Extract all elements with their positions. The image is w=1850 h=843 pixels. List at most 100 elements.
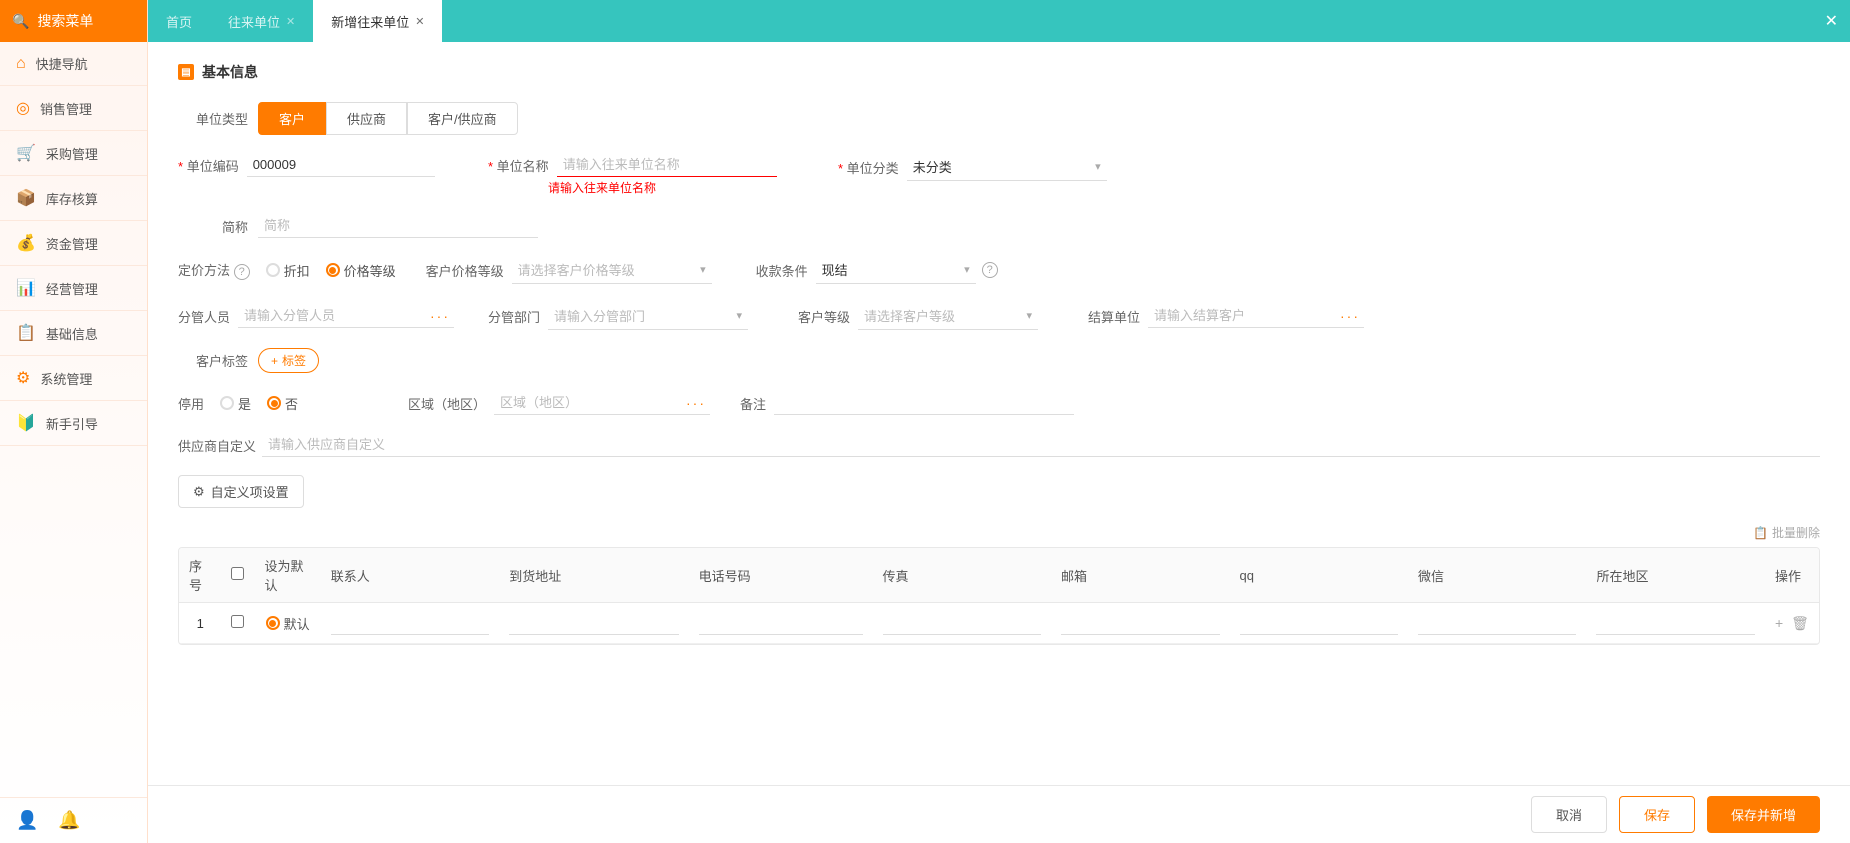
disabled-yes-radio[interactable]: 是 (220, 394, 251, 413)
cancel-button[interactable]: 取消 (1531, 796, 1607, 833)
search-icon: 🔍 (12, 13, 29, 30)
guide-icon: 🔰 (16, 413, 36, 433)
unit-category-value: 未分类 (913, 157, 1089, 176)
save-button[interactable]: 保存 (1619, 796, 1695, 833)
supplier-custom-label: 供应商自定义 (178, 436, 262, 455)
sidebar-item-label: 资金管理 (46, 234, 98, 253)
col-default: 设为默认 (254, 548, 320, 603)
phone-input[interactable] (699, 611, 863, 635)
unit-code-label: * 单位编码 (178, 156, 247, 175)
short-name-input[interactable] (258, 214, 538, 238)
sidebar-notify-icon[interactable]: 🔔 (58, 810, 80, 831)
fax-input[interactable] (883, 611, 1041, 635)
custom-settings-button[interactable]: ⚙ 自定义项设置 (178, 475, 304, 508)
region-input[interactable] (494, 391, 682, 414)
customer-level-select[interactable]: 请选择客户等级 ▾ (858, 302, 1038, 330)
sidebar-item-quick-nav[interactable]: ⌂ 快捷导航 (0, 42, 147, 86)
unit-type-both[interactable]: 客户/供应商 (407, 102, 518, 135)
payment-info-icon[interactable]: ? (982, 262, 998, 278)
save-new-button[interactable]: 保存并新增 (1707, 796, 1820, 833)
default-radio-circle (266, 616, 280, 630)
sidebar-item-label: 快捷导航 (36, 54, 88, 73)
col-qq: qq (1230, 548, 1408, 603)
customer-price-level-cell: 客户价格等级 请选择客户价格等级 ▾ (426, 256, 726, 284)
remarks-input[interactable] (774, 391, 1074, 415)
customer-price-level-label: 客户价格等级 (426, 261, 512, 280)
manager-cell: 分管人员 ··· (178, 304, 458, 328)
finance-icon: 💰 (16, 233, 36, 253)
select-all-checkbox[interactable] (231, 567, 244, 580)
sidebar-user-icon[interactable]: 👤 (16, 810, 38, 831)
home-icon: ⌂ (16, 55, 26, 73)
supplier-custom-row: 供应商自定义 (178, 433, 1820, 457)
short-name-row: 简称 (178, 214, 1820, 238)
col-actions: 操作 (1765, 548, 1819, 603)
disabled-no-radio[interactable]: 否 (267, 394, 298, 413)
batch-delete-icon: 📋 (1753, 526, 1768, 540)
row-disabled-region: 停用 是 否 区域（地区） (178, 391, 1820, 415)
email-input[interactable] (1061, 611, 1219, 635)
unit-type-supplier[interactable]: 供应商 (326, 102, 407, 135)
qq-input[interactable] (1240, 611, 1398, 635)
location-input[interactable] (1596, 611, 1754, 635)
sidebar-search[interactable]: 🔍 搜索菜单 (0, 0, 147, 42)
table-header-actions: 📋 批量删除 (178, 524, 1820, 541)
pricing-level-radio[interactable]: 价格等级 (326, 261, 396, 280)
tab-counterparty-close[interactable]: ✕ (286, 15, 295, 28)
sidebar-item-operations[interactable]: 📊 经营管理 (0, 266, 147, 311)
row-checkbox[interactable] (231, 615, 244, 628)
batch-delete-button[interactable]: 📋 批量删除 (1753, 524, 1820, 541)
region-dots-btn[interactable]: ··· (682, 395, 710, 411)
sidebar-item-new-guide[interactable]: 🔰 新手引导 (0, 401, 147, 446)
discount-radio-label: 折扣 (284, 261, 310, 280)
batch-delete-label: 批量删除 (1772, 524, 1820, 541)
sidebar-item-sales[interactable]: ◎ 销售管理 (0, 86, 147, 131)
supplier-custom-input[interactable] (262, 433, 1820, 457)
tab-new-counterparty-close[interactable]: ✕ (415, 15, 424, 28)
row-pricing: 定价方法 ? 折扣 价格等级 客户价 (178, 256, 1820, 284)
unit-category-select[interactable]: 未分类 ▾ (907, 153, 1107, 181)
sidebar-item-sys-mgmt[interactable]: ⚙ 系统管理 (0, 356, 147, 401)
col-seq: 序号 (179, 548, 221, 603)
payment-terms-select[interactable]: 现结 ▾ (816, 256, 976, 284)
settlement-input[interactable] (1148, 304, 1336, 327)
address-input[interactable] (509, 611, 678, 635)
dept-label: 分管部门 (488, 307, 548, 326)
unit-name-input[interactable] (557, 153, 777, 177)
sidebar-item-finance[interactable]: 💰 资金管理 (0, 221, 147, 266)
sidebar-search-label: 搜索菜单 (37, 11, 93, 31)
col-fax: 传真 (873, 548, 1051, 603)
sidebar-item-inventory[interactable]: 📦 库存核算 (0, 176, 147, 221)
sidebar: 🔍 搜索菜单 ⌂ 快捷导航 ◎ 销售管理 🛒 采购管理 📦 库存核算 💰 资金管… (0, 0, 148, 843)
add-row-button[interactable]: + (1775, 615, 1783, 631)
customer-price-level-select[interactable]: 请选择客户价格等级 ▾ (512, 256, 712, 284)
manager-dots-btn[interactable]: ··· (426, 308, 454, 324)
sidebar-item-label: 基础信息 (46, 324, 98, 343)
unit-type-customer[interactable]: 客户 (258, 102, 326, 135)
remarks-cell: 备注 (740, 391, 1074, 415)
unit-code-input[interactable] (247, 153, 435, 177)
tab-new-counterparty[interactable]: 新增往来单位 ✕ (313, 0, 442, 42)
tab-counterparty[interactable]: 往来单位 ✕ (210, 0, 313, 42)
manager-label: 分管人员 (178, 307, 238, 326)
basic-info-icon: 📋 (16, 323, 36, 343)
wechat-input[interactable] (1418, 611, 1576, 635)
sidebar-item-basic-info[interactable]: 📋 基础信息 (0, 311, 147, 356)
col-region: 所在地区 (1586, 548, 1764, 603)
tab-home[interactable]: 首页 (148, 0, 210, 42)
cell-default: 默认 (254, 603, 320, 644)
tabs-close-all[interactable]: ✕ (1825, 11, 1838, 31)
contact-input[interactable] (331, 611, 489, 635)
manager-input[interactable] (238, 304, 426, 327)
chevron-down-icon5: ▾ (1026, 309, 1032, 322)
sidebar-item-purchase[interactable]: 🛒 采购管理 (0, 131, 147, 176)
sidebar-item-label: 经营管理 (46, 279, 98, 298)
default-radio[interactable]: 默认 (264, 614, 310, 633)
add-tag-button[interactable]: + 标签 (258, 348, 319, 373)
pricing-discount-radio[interactable]: 折扣 (266, 261, 310, 280)
pricing-info-icon[interactable]: ? (234, 264, 250, 280)
delete-row-button[interactable]: 🗑 (1791, 615, 1809, 632)
settlement-dots-btn[interactable]: ··· (1336, 308, 1364, 324)
unit-type-group: 客户 供应商 客户/供应商 (258, 102, 518, 135)
dept-select[interactable]: 请输入分管部门 ▾ (548, 302, 748, 330)
